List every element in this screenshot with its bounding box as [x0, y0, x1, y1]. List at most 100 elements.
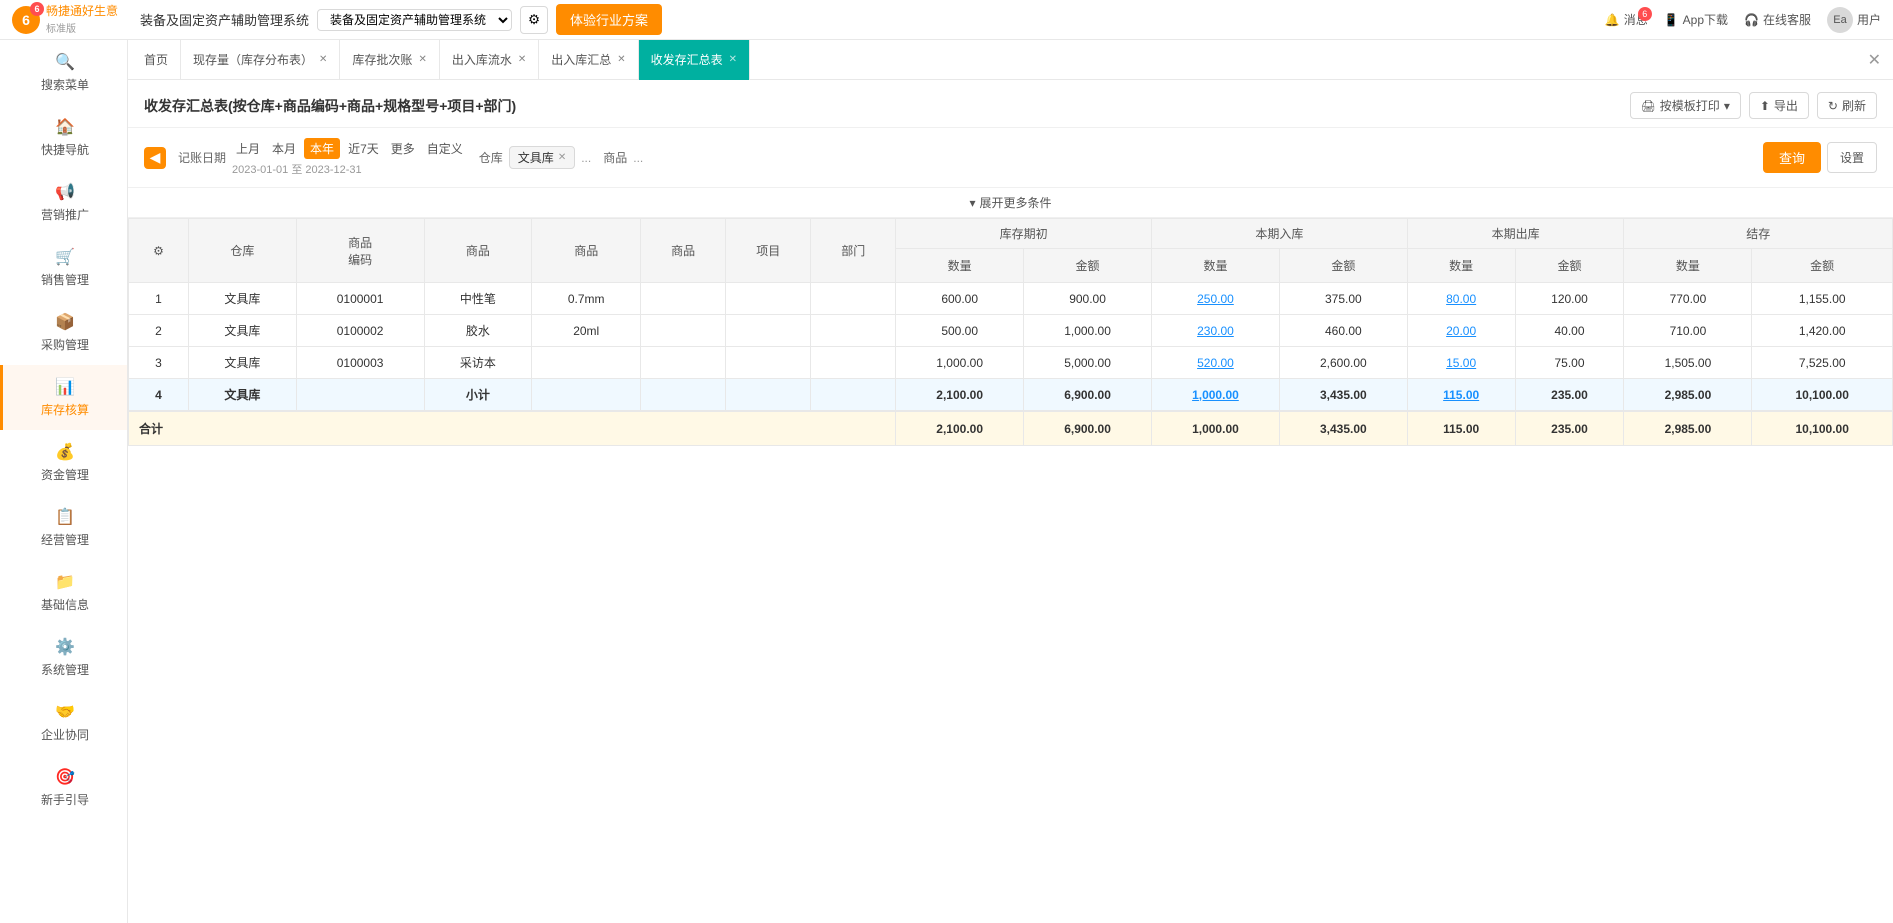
date-7days[interactable]: 近7天 — [344, 138, 383, 159]
cell-out-amt: 235.00 — [1515, 379, 1624, 412]
system-dropdown[interactable]: 装备及固定资产辅助管理系统 — [317, 9, 512, 31]
cell-code: 0100003 — [296, 347, 424, 379]
system-title: 装备及固定资产辅助管理系统 — [140, 10, 309, 29]
app-download-label: App下载 — [1683, 11, 1728, 28]
sidebar-label-system: 系统管理 — [41, 661, 89, 678]
online-service-item[interactable]: 🎧 在线客服 — [1744, 11, 1811, 28]
refresh-button[interactable]: ↻ 刷新 — [1817, 92, 1877, 119]
sidebar-item-operations[interactable]: 📋 经营管理 — [0, 495, 127, 560]
cell-warehouse: 文具库 — [188, 347, 296, 379]
tab-bar-close-all[interactable]: ✕ — [1856, 50, 1893, 70]
date-this-month[interactable]: 本月 — [268, 138, 300, 159]
sidebar-item-basic-info[interactable]: 📁 基础信息 — [0, 560, 127, 625]
expand-conditions-button[interactable]: ▾ 展开更多条件 — [969, 194, 1051, 211]
search-icon: 🔍 — [55, 52, 75, 72]
tab-inout-summary[interactable]: 出入库汇总 ✕ — [539, 40, 638, 80]
sidebar-item-search[interactable]: 🔍 搜索菜单 — [0, 40, 127, 105]
tab-recv-send-close[interactable]: ✕ — [729, 54, 737, 65]
notification-item[interactable]: 🔔 消息 6 — [1605, 11, 1648, 28]
sidebar-item-purchase[interactable]: 📦 采购管理 — [0, 300, 127, 365]
date-prev-month[interactable]: 上月 — [232, 138, 264, 159]
filter-collapse-button[interactable]: ◀ — [144, 147, 166, 169]
cell-in-qty: 230.00 — [1152, 315, 1280, 347]
cell-product2 — [641, 315, 726, 347]
cell-dept — [811, 315, 896, 347]
sidebar-item-finance[interactable]: 💰 资金管理 — [0, 430, 127, 495]
footer-out-qty: 115.00 — [1407, 411, 1515, 446]
cell-open-qty: 2,100.00 — [896, 379, 1024, 412]
sidebar-label-purchase: 采购管理 — [41, 336, 89, 353]
tab-batch-label: 库存批次账 — [352, 51, 412, 68]
settings-button[interactable]: ⚙ — [520, 6, 548, 34]
purchase-icon: 📦 — [55, 312, 75, 332]
date-custom[interactable]: 自定义 — [423, 138, 467, 159]
cell-project — [726, 315, 811, 347]
tab-inout-flow-close[interactable]: ✕ — [518, 54, 526, 65]
product-more[interactable]: ... — [633, 151, 643, 165]
sidebar-item-system[interactable]: ⚙️ 系统管理 — [0, 625, 127, 690]
tab-inout-flow-label: 出入库流水 — [452, 51, 512, 68]
sales-icon: 🛒 — [55, 247, 75, 267]
tab-stock-dist[interactable]: 现存量（库存分布表） ✕ — [181, 40, 340, 80]
sidebar-item-sales[interactable]: 🛒 销售管理 — [0, 235, 127, 300]
expand-bar: ▾ 展开更多条件 — [128, 188, 1893, 218]
cell-out-qty: 20.00 — [1407, 315, 1515, 347]
warehouse-tag[interactable]: 文具库 ✕ — [509, 146, 575, 169]
in-qty-link[interactable]: 520.00 — [1197, 356, 1234, 370]
in-qty-link[interactable]: 1,000.00 — [1192, 388, 1239, 402]
logo-name: 畅捷通好生意 — [46, 4, 118, 20]
page-content: 收发存汇总表(按仓库+商品编码+商品+规格型号+项目+部门) 🖨 按模板打印 ▾… — [128, 80, 1893, 923]
trial-button[interactable]: 体验行业方案 — [556, 4, 662, 35]
inventory-icon: 📊 — [55, 377, 75, 397]
sidebar-label-quick-nav: 快捷导航 — [41, 141, 89, 158]
out-qty-link[interactable]: 15.00 — [1446, 356, 1476, 370]
warehouse-tag-remove[interactable]: ✕ — [558, 152, 566, 163]
th-warehouse: 仓库 — [188, 219, 296, 283]
sidebar-item-guide[interactable]: 🎯 新手引导 — [0, 755, 127, 820]
tab-inout-summary-close[interactable]: ✕ — [617, 54, 625, 65]
date-this-year[interactable]: 本年 — [304, 138, 340, 159]
cell-bal-amt: 10,100.00 — [1752, 379, 1893, 412]
logo-version: 标准版 — [46, 20, 118, 35]
sidebar-item-enterprise[interactable]: 🤝 企业协同 — [0, 690, 127, 755]
chevron-down-icon: ▾ — [1724, 99, 1730, 113]
footer-bal-amt: 10,100.00 — [1752, 411, 1893, 446]
refresh-label: 刷新 — [1842, 97, 1866, 114]
cell-in-amt: 375.00 — [1279, 283, 1407, 315]
export-icon: ⬆ — [1760, 99, 1770, 113]
cell-bal-qty: 770.00 — [1624, 283, 1752, 315]
cell-in-amt: 3,435.00 — [1279, 379, 1407, 412]
cell-open-qty: 600.00 — [896, 283, 1024, 315]
sidebar-item-marketing[interactable]: 📢 营销推广 — [0, 170, 127, 235]
sidebar-label-basic-info: 基础信息 — [41, 596, 89, 613]
th-bal-amt: 金额 — [1752, 249, 1893, 283]
query-button[interactable]: 查询 — [1763, 142, 1821, 173]
content-area: 首页 现存量（库存分布表） ✕ 库存批次账 ✕ 出入库流水 ✕ 出入库汇总 ✕ … — [128, 40, 1893, 923]
sidebar: 🔍 搜索菜单 🏠 快捷导航 📢 营销推广 🛒 销售管理 📦 采购管理 📊 库存核… — [0, 40, 128, 923]
date-more[interactable]: 更多 — [387, 138, 419, 159]
warehouse-more[interactable]: ... — [581, 151, 591, 165]
print-button[interactable]: 🖨 按模板打印 ▾ — [1630, 92, 1741, 119]
cell-in-qty: 250.00 — [1152, 283, 1280, 315]
sidebar-item-inventory[interactable]: 📊 库存核算 — [0, 365, 127, 430]
user-item[interactable]: Ea 用户 — [1827, 7, 1881, 33]
in-qty-link[interactable]: 230.00 — [1197, 324, 1234, 338]
set-button[interactable]: 设置 — [1827, 142, 1877, 173]
header-actions: 🖨 按模板打印 ▾ ⬆ 导出 ↻ 刷新 — [1630, 92, 1877, 119]
export-button[interactable]: ⬆ 导出 — [1749, 92, 1809, 119]
tab-batch[interactable]: 库存批次账 ✕ — [340, 40, 439, 80]
tab-batch-close[interactable]: ✕ — [418, 54, 426, 65]
tab-inout-flow[interactable]: 出入库流水 ✕ — [440, 40, 539, 80]
out-qty-link[interactable]: 20.00 — [1446, 324, 1476, 338]
tab-home[interactable]: 首页 — [132, 40, 181, 80]
out-qty-link[interactable]: 80.00 — [1446, 292, 1476, 306]
tab-recv-send[interactable]: 收发存汇总表 ✕ — [639, 40, 750, 80]
app-download-item[interactable]: 📱 App下载 — [1664, 11, 1728, 28]
in-qty-link[interactable]: 250.00 — [1197, 292, 1234, 306]
cell-bal-amt: 7,525.00 — [1752, 347, 1893, 379]
out-qty-link[interactable]: 115.00 — [1443, 388, 1479, 402]
th-settings[interactable]: ⚙ — [129, 219, 189, 283]
tab-stock-dist-close[interactable]: ✕ — [319, 54, 327, 65]
cell-in-amt: 460.00 — [1279, 315, 1407, 347]
sidebar-item-quick-nav[interactable]: 🏠 快捷导航 — [0, 105, 127, 170]
